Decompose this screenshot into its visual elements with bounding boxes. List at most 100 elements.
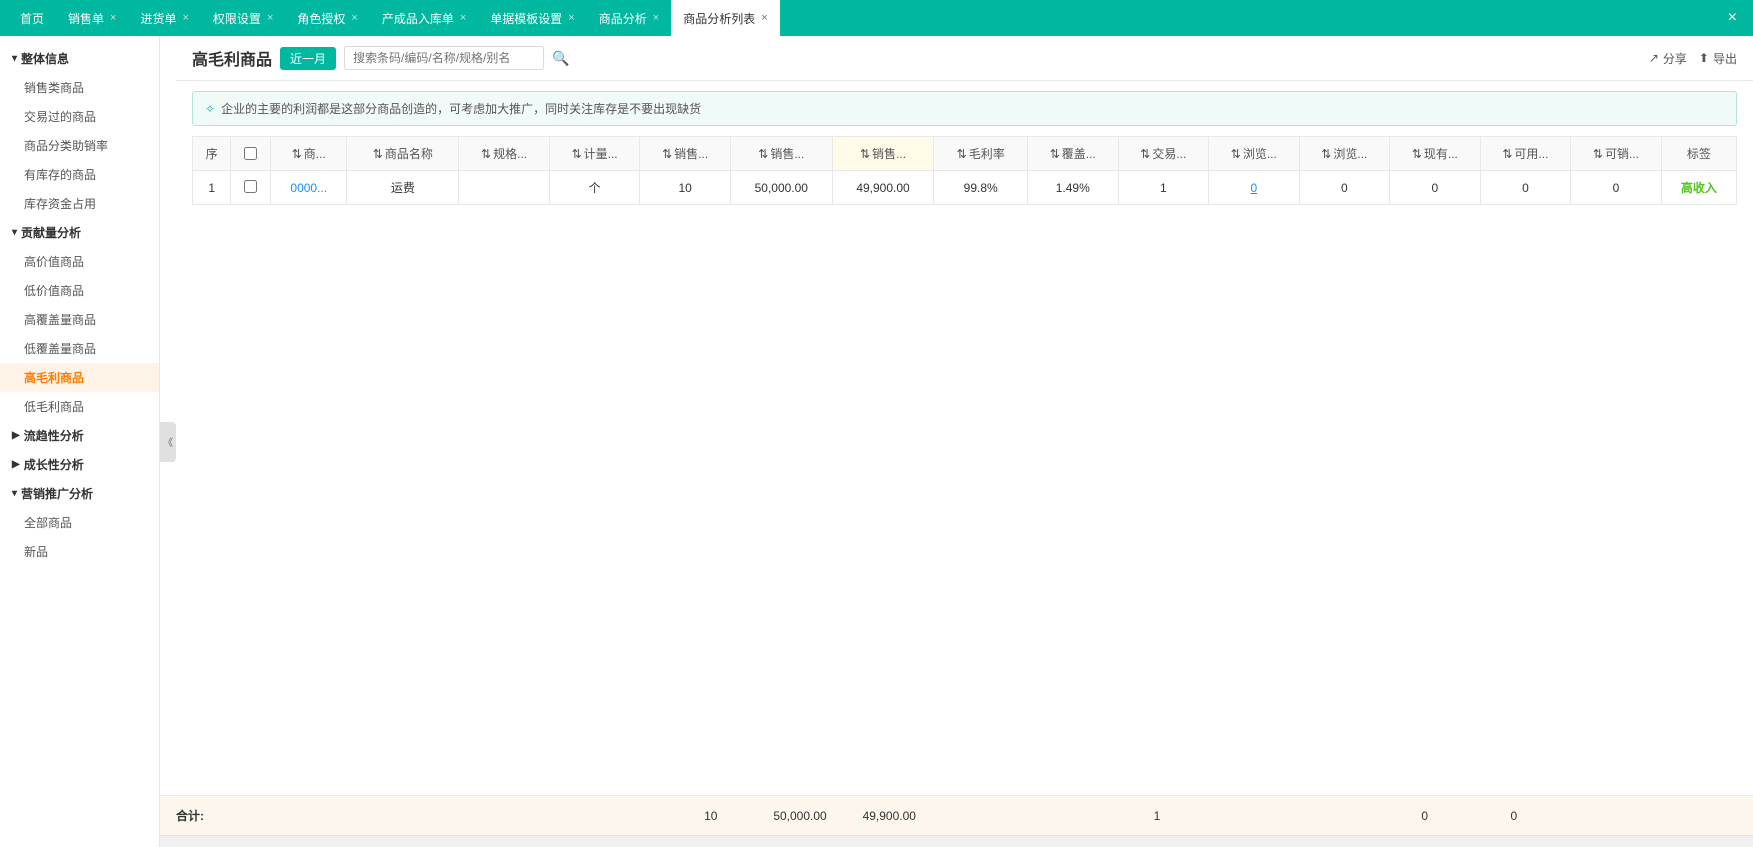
cell-sellable: 0 xyxy=(1571,171,1662,205)
footer-spacer10 xyxy=(1559,809,1648,823)
nav-permission[interactable]: 权限设置 × xyxy=(201,0,285,36)
footer-summary: 合计: 10 50,000.00 49,900.00 1 0 0 xyxy=(160,795,1753,835)
nav-role[interactable]: 角色授权 × xyxy=(285,0,369,36)
window-close-btn[interactable]: × xyxy=(1720,9,1745,27)
sidebar-item-traded-goods[interactable]: 交易过的商品 xyxy=(0,102,159,131)
arrow-icon-4: ▶ xyxy=(12,459,20,470)
footer-spacer8 xyxy=(1202,809,1291,823)
col-available-stock[interactable]: ⇅可用... xyxy=(1480,137,1571,171)
sidebar-section-overall[interactable]: ▾ 整体信息 xyxy=(0,44,159,73)
sort-icon-13: ⇅ xyxy=(1412,147,1422,161)
col-tag[interactable]: 标签 xyxy=(1661,137,1736,171)
cell-code[interactable]: 0000... xyxy=(271,171,347,205)
sort-icon-2: ⇅ xyxy=(373,147,383,161)
nav-close-permission[interactable]: × xyxy=(267,12,273,24)
col-name[interactable]: ⇅商品名称 xyxy=(347,137,459,171)
sort-icon-11: ⇅ xyxy=(1231,147,1241,161)
search-btn[interactable]: 🔍 xyxy=(552,50,569,67)
sidebar-collapse-btn[interactable]: 《 xyxy=(160,422,176,462)
nav-close-production[interactable]: × xyxy=(460,12,466,24)
filter-recent-month-btn[interactable]: 近一月 xyxy=(280,47,336,70)
nav-sales[interactable]: 销售单 × xyxy=(56,0,128,36)
col-sellable[interactable]: ⇅可销... xyxy=(1571,137,1662,171)
sidebar-item-low-coverage[interactable]: 低覆盖量商品 xyxy=(0,334,159,363)
sidebar-section-growth[interactable]: ▶ 成长性分析 xyxy=(0,450,159,479)
sort-icon-6: ⇅ xyxy=(758,147,768,161)
nav-analysis[interactable]: 商品分析 × xyxy=(587,0,671,36)
cell-checkbox[interactable] xyxy=(231,171,271,205)
col-spec[interactable]: ⇅规格... xyxy=(459,137,550,171)
cell-transactions: 1 xyxy=(1118,171,1209,205)
arrow-icon: ▾ xyxy=(12,53,17,64)
sidebar-item-high-value[interactable]: 高价值商品 xyxy=(0,247,159,276)
row-checkbox[interactable] xyxy=(244,180,257,193)
horizontal-scrollbar[interactable] xyxy=(160,835,1753,847)
col-sales-qty[interactable]: ⇅销售... xyxy=(640,137,731,171)
sort-icon-10: ⇅ xyxy=(1140,147,1150,161)
nav-close-sales[interactable]: × xyxy=(110,12,116,24)
footer-current-stock: 0 xyxy=(1380,809,1469,823)
col-code[interactable]: ⇅商... xyxy=(271,137,347,171)
nav-home[interactable]: 首页 xyxy=(8,0,56,36)
sidebar-item-stock-capital[interactable]: 库存资金占用 xyxy=(0,189,159,218)
sidebar-section-marketing[interactable]: ▾ 营销推广分析 xyxy=(0,479,159,508)
footer-spacer2 xyxy=(309,809,398,823)
sidebar-item-all-goods[interactable]: 全部商品 xyxy=(0,508,159,537)
cell-sales-cost: 49,900.00 xyxy=(832,171,934,205)
sort-icon-7: ⇅ xyxy=(860,147,870,161)
sidebar-item-sales-goods[interactable]: 销售类商品 xyxy=(0,73,159,102)
col-coverage[interactable]: ⇅覆盖... xyxy=(1027,137,1118,171)
col-current-stock[interactable]: ⇅现有... xyxy=(1390,137,1481,171)
cell-sales-qty: 10 xyxy=(640,171,731,205)
nav-purchase[interactable]: 进货单 × xyxy=(128,0,200,36)
col-views1[interactable]: ⇅浏览... xyxy=(1209,137,1300,171)
select-all-checkbox[interactable] xyxy=(244,147,257,160)
footer-sales-qty: 10 xyxy=(666,809,755,823)
share-btn[interactable]: ↗ 分享 xyxy=(1649,50,1687,67)
sidebar-item-high-margin[interactable]: 高毛利商品 xyxy=(0,363,159,392)
sidebar-item-low-margin[interactable]: 低毛利商品 xyxy=(0,392,159,421)
sidebar-item-new-goods[interactable]: 新品 xyxy=(0,537,159,566)
sidebar-section-contribution[interactable]: ▾ 贡献量分析 xyxy=(0,218,159,247)
sort-icon-5: ⇅ xyxy=(662,147,672,161)
footer-spacer7 xyxy=(1023,809,1112,823)
col-views2[interactable]: ⇅浏览... xyxy=(1299,137,1390,171)
cell-views2: 0 xyxy=(1299,171,1390,205)
sidebar-item-in-stock[interactable]: 有库存的商品 xyxy=(0,160,159,189)
nav-close-analysis[interactable]: × xyxy=(653,12,659,24)
sort-icon-9: ⇅ xyxy=(1050,147,1060,161)
cell-unit: 个 xyxy=(549,171,640,205)
sort-icon: ⇅ xyxy=(292,147,302,161)
col-gross-margin[interactable]: ⇅毛利率 xyxy=(934,137,1028,171)
sidebar-item-high-coverage[interactable]: 高覆盖量商品 xyxy=(0,305,159,334)
col-transactions[interactable]: ⇅交易... xyxy=(1118,137,1209,171)
nav-close-template[interactable]: × xyxy=(568,12,574,24)
nav-close-analysis-list[interactable]: × xyxy=(761,12,767,24)
cell-coverage: 1.49% xyxy=(1027,171,1118,205)
nav-close-role[interactable]: × xyxy=(351,12,357,24)
sidebar-item-category-rate[interactable]: 商品分类助销率 xyxy=(0,131,159,160)
col-sales-cost[interactable]: ⇅销售... xyxy=(832,137,934,171)
nav-analysis-list[interactable]: 商品分析列表 × xyxy=(671,0,779,36)
cell-current-stock: 0 xyxy=(1390,171,1481,205)
header-actions: ↗ 分享 ⬆ 导出 xyxy=(1649,50,1737,67)
nav-close-purchase[interactable]: × xyxy=(182,12,188,24)
col-checkbox xyxy=(231,137,271,171)
sort-icon-4: ⇅ xyxy=(572,147,582,161)
cell-available-stock: 0 xyxy=(1480,171,1571,205)
table-row: 1 0000... 运费 个 10 50,000.00 49,900.00 99… xyxy=(193,171,1737,205)
sidebar-section-trend[interactable]: ▶ 流趋性分析 xyxy=(0,421,159,450)
nav-template[interactable]: 单据模板设置 × xyxy=(478,0,586,36)
sidebar-item-low-value[interactable]: 低价值商品 xyxy=(0,276,159,305)
col-unit[interactable]: ⇅计量... xyxy=(549,137,640,171)
cell-views1[interactable]: 0 xyxy=(1209,171,1300,205)
table-container[interactable]: 序 ⇅商... ⇅商品名称 ⇅规格... ⇅计量... ⇅销售... ⇅销售..… xyxy=(176,136,1753,795)
search-input[interactable] xyxy=(344,46,544,70)
footer-spacer9 xyxy=(1291,809,1380,823)
col-sales-amount[interactable]: ⇅销售... xyxy=(730,137,832,171)
page-title: 高毛利商品 xyxy=(192,46,272,70)
footer-label: 合计: xyxy=(176,807,204,824)
nav-production[interactable]: 产成品入库单 × xyxy=(370,0,478,36)
export-btn[interactable]: ⬆ 导出 xyxy=(1699,50,1737,67)
sort-icon-14: ⇅ xyxy=(1502,147,1512,161)
